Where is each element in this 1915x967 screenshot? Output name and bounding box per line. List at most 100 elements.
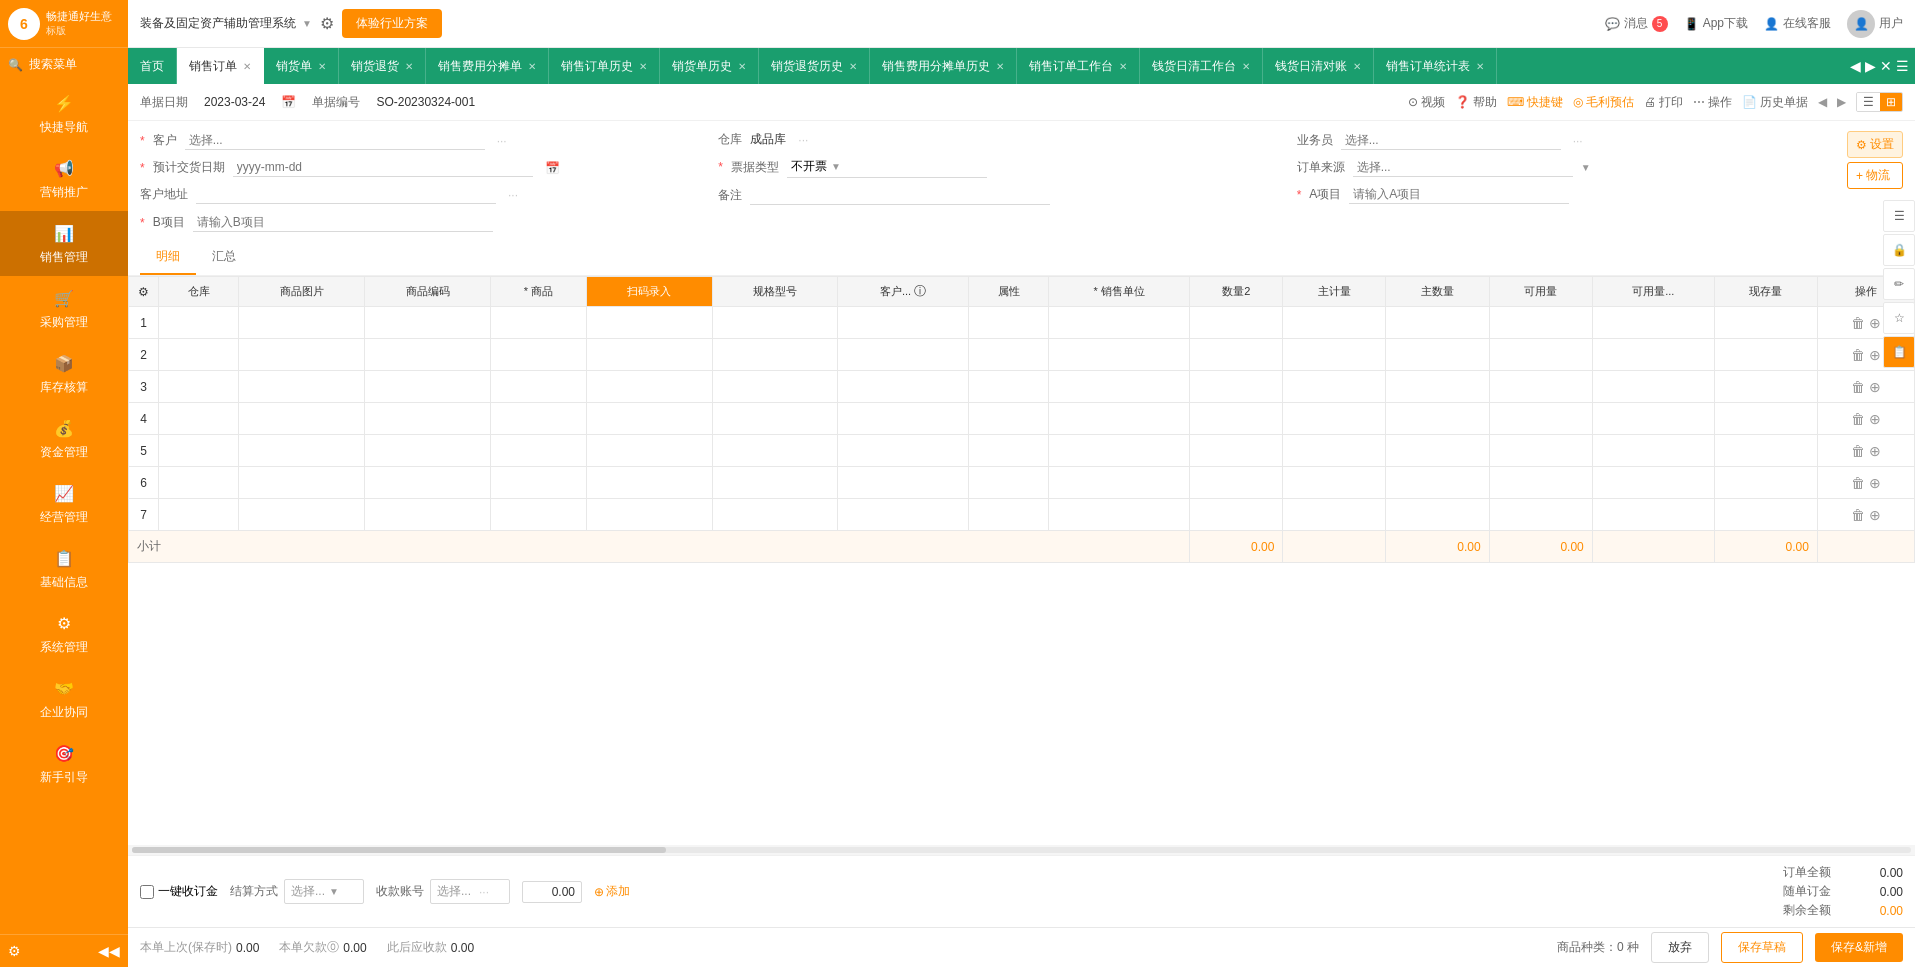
sidebar-item-basic-info[interactable]: 📋 基础信息 (0, 536, 128, 601)
tab-next-icon[interactable]: ▶ (1865, 58, 1876, 74)
sidebar-item-inventory[interactable]: 📦 库存核算 (0, 341, 128, 406)
copy-icon[interactable]: ⊕ (1869, 315, 1881, 331)
print-action[interactable]: 🖨 打印 (1644, 94, 1683, 111)
copy-icon[interactable]: ⊕ (1869, 379, 1881, 395)
system-chevron-icon[interactable]: ▼ (302, 18, 312, 29)
amount-input[interactable]: 0.00 (522, 881, 582, 903)
address-expand-icon[interactable]: ··· (508, 188, 518, 202)
tab-sales-order[interactable]: 销售订单 ✕ (177, 48, 264, 84)
sidebar-item-search[interactable]: 🔍 搜索菜单 (0, 48, 128, 81)
tab-close-icon[interactable]: ✕ (639, 61, 647, 72)
tab-close-icon[interactable]: ✕ (528, 61, 536, 72)
app-download-item[interactable]: 📱 App下载 (1684, 15, 1748, 32)
settings-button[interactable]: ⚙ 设置 (1847, 131, 1903, 158)
delete-icon[interactable]: 🗑 (1851, 315, 1865, 331)
tab-close-icon[interactable]: ✕ (1476, 61, 1484, 72)
customer-expand-icon[interactable]: ··· (497, 134, 507, 148)
sidebar-item-operations[interactable]: 📈 经营管理 (0, 471, 128, 536)
help-action[interactable]: ❓ 帮助 (1455, 94, 1497, 111)
ops-action[interactable]: ⋯ 操作 (1693, 94, 1732, 111)
view-action[interactable]: ⊙ 视频 (1408, 94, 1445, 111)
tab-close-icon[interactable]: ✕ (405, 61, 413, 72)
right-btn-2[interactable]: 🔒 (1883, 234, 1915, 266)
payment-select[interactable]: 选择... ▼ (284, 879, 364, 904)
delivery-calendar-icon[interactable]: 📅 (545, 161, 560, 175)
grid-view-btn[interactable]: ⊞ (1880, 93, 1902, 111)
salesperson-expand-icon[interactable]: ··· (1573, 134, 1583, 148)
nav-next-icon[interactable]: ▶ (1837, 95, 1846, 109)
copy-icon[interactable]: ⊕ (1869, 475, 1881, 491)
tab-close-icon[interactable]: ✕ (738, 61, 746, 72)
right-btn-3[interactable]: ✏ (1883, 268, 1915, 300)
delete-icon[interactable]: 🗑 (1851, 507, 1865, 523)
remarks-input[interactable] (750, 186, 1050, 205)
list-view-btn[interactable]: ☰ (1857, 93, 1880, 111)
tab-detail[interactable]: 明细 (140, 240, 196, 275)
address-input[interactable] (196, 185, 496, 204)
sidebar-item-guide[interactable]: 🎯 新手引导 (0, 731, 128, 796)
a-project-input[interactable] (1349, 185, 1569, 204)
order-source-input[interactable] (1353, 158, 1573, 177)
warehouse-expand-icon[interactable]: ··· (798, 133, 808, 147)
delete-icon[interactable]: 🗑 (1851, 411, 1865, 427)
topbar-gear-icon[interactable]: ⚙ (320, 14, 334, 33)
message-item[interactable]: 💬 消息 5 (1605, 15, 1668, 32)
tab-close-icon[interactable]: ✕ (849, 61, 857, 72)
right-btn-4[interactable]: ☆ (1883, 302, 1915, 334)
delete-icon[interactable]: 🗑 (1851, 475, 1865, 491)
online-service-item[interactable]: 👤 在线客服 (1764, 15, 1831, 32)
col-gear[interactable]: ⚙ (129, 277, 159, 307)
profit-action[interactable]: ◎ 毛利预估 (1573, 94, 1634, 111)
tab-menu-icon[interactable]: ☰ (1896, 58, 1909, 74)
tab-cash-reconcile[interactable]: 钱货日清对账 ✕ (1263, 48, 1374, 84)
tab-expense-history[interactable]: 销售费用分摊单历史 ✕ (870, 48, 1017, 84)
delete-icon[interactable]: 🗑 (1851, 347, 1865, 363)
tab-sales-return[interactable]: 销货退货 ✕ (339, 48, 426, 84)
tab-close-icon[interactable]: ✕ (1119, 61, 1127, 72)
sidebar-item-system[interactable]: ⚙ 系统管理 (0, 601, 128, 666)
sidebar-item-finance[interactable]: 💰 资金管理 (0, 406, 128, 471)
save-draft-button[interactable]: 保存草稿 (1721, 932, 1803, 963)
collapse-icon[interactable]: ◀◀ (98, 943, 120, 959)
sidebar-item-quicknav[interactable]: ⚡ 快捷导航 (0, 81, 128, 146)
tab-prev-icon[interactable]: ◀ (1850, 58, 1861, 74)
copy-icon[interactable]: ⊕ (1869, 347, 1881, 363)
solution-button[interactable]: 体验行业方案 (342, 9, 442, 38)
tab-close-icon[interactable]: ✕ (243, 61, 251, 72)
customer-input[interactable] (185, 131, 485, 150)
nav-prev-icon[interactable]: ◀ (1818, 95, 1827, 109)
tab-home[interactable]: 首页 (128, 48, 177, 84)
user-item[interactable]: 👤 用户 (1847, 10, 1903, 38)
copy-icon[interactable]: ⊕ (1869, 507, 1881, 523)
delete-icon[interactable]: 🗑 (1851, 379, 1865, 395)
tab-order-workbench[interactable]: 销售订单工作台 ✕ (1017, 48, 1140, 84)
right-btn-1[interactable]: ☰ (1883, 200, 1915, 232)
discard-button[interactable]: 放弃 (1651, 932, 1709, 963)
col-scan[interactable]: 扫码录入 (586, 277, 712, 307)
sidebar-item-marketing[interactable]: 📢 营销推广 (0, 146, 128, 211)
tab-sales-stats[interactable]: 销售订单统计表 ✕ (1374, 48, 1497, 84)
sidebar-item-enterprise[interactable]: 🤝 企业协同 (0, 666, 128, 731)
tab-close-icon[interactable]: ✕ (1353, 61, 1361, 72)
settings-icon[interactable]: ⚙ (8, 943, 21, 959)
salesperson-input[interactable] (1341, 131, 1561, 150)
account-expand-icon[interactable]: ··· (479, 885, 489, 899)
scrollbar-thumb[interactable] (132, 847, 666, 853)
tab-close-all-icon[interactable]: ✕ (1880, 58, 1892, 74)
copy-icon[interactable]: ⊕ (1869, 411, 1881, 427)
calendar-icon[interactable]: 📅 (281, 95, 296, 109)
tab-cash-workbench[interactable]: 钱货日清工作台 ✕ (1140, 48, 1263, 84)
account-select[interactable]: 选择... ··· (430, 879, 510, 904)
sidebar-item-sales[interactable]: 📊 销售管理 (0, 211, 128, 276)
copy-icon[interactable]: ⊕ (1869, 443, 1881, 459)
tab-sales-order-history[interactable]: 销售订单历史 ✕ (549, 48, 660, 84)
tab-sales-invoice[interactable]: 销货单 ✕ (264, 48, 339, 84)
table-scrollbar[interactable] (128, 845, 1915, 855)
sidebar-item-purchase[interactable]: 🛒 采购管理 (0, 276, 128, 341)
delivery-input[interactable] (233, 158, 533, 177)
tab-close-icon[interactable]: ✕ (1242, 61, 1250, 72)
logistics-button[interactable]: + 物流 (1847, 162, 1903, 189)
tab-return-history[interactable]: 销货退货历史 ✕ (759, 48, 870, 84)
tab-invoice-history[interactable]: 销货单历史 ✕ (660, 48, 759, 84)
delete-icon[interactable]: 🗑 (1851, 443, 1865, 459)
